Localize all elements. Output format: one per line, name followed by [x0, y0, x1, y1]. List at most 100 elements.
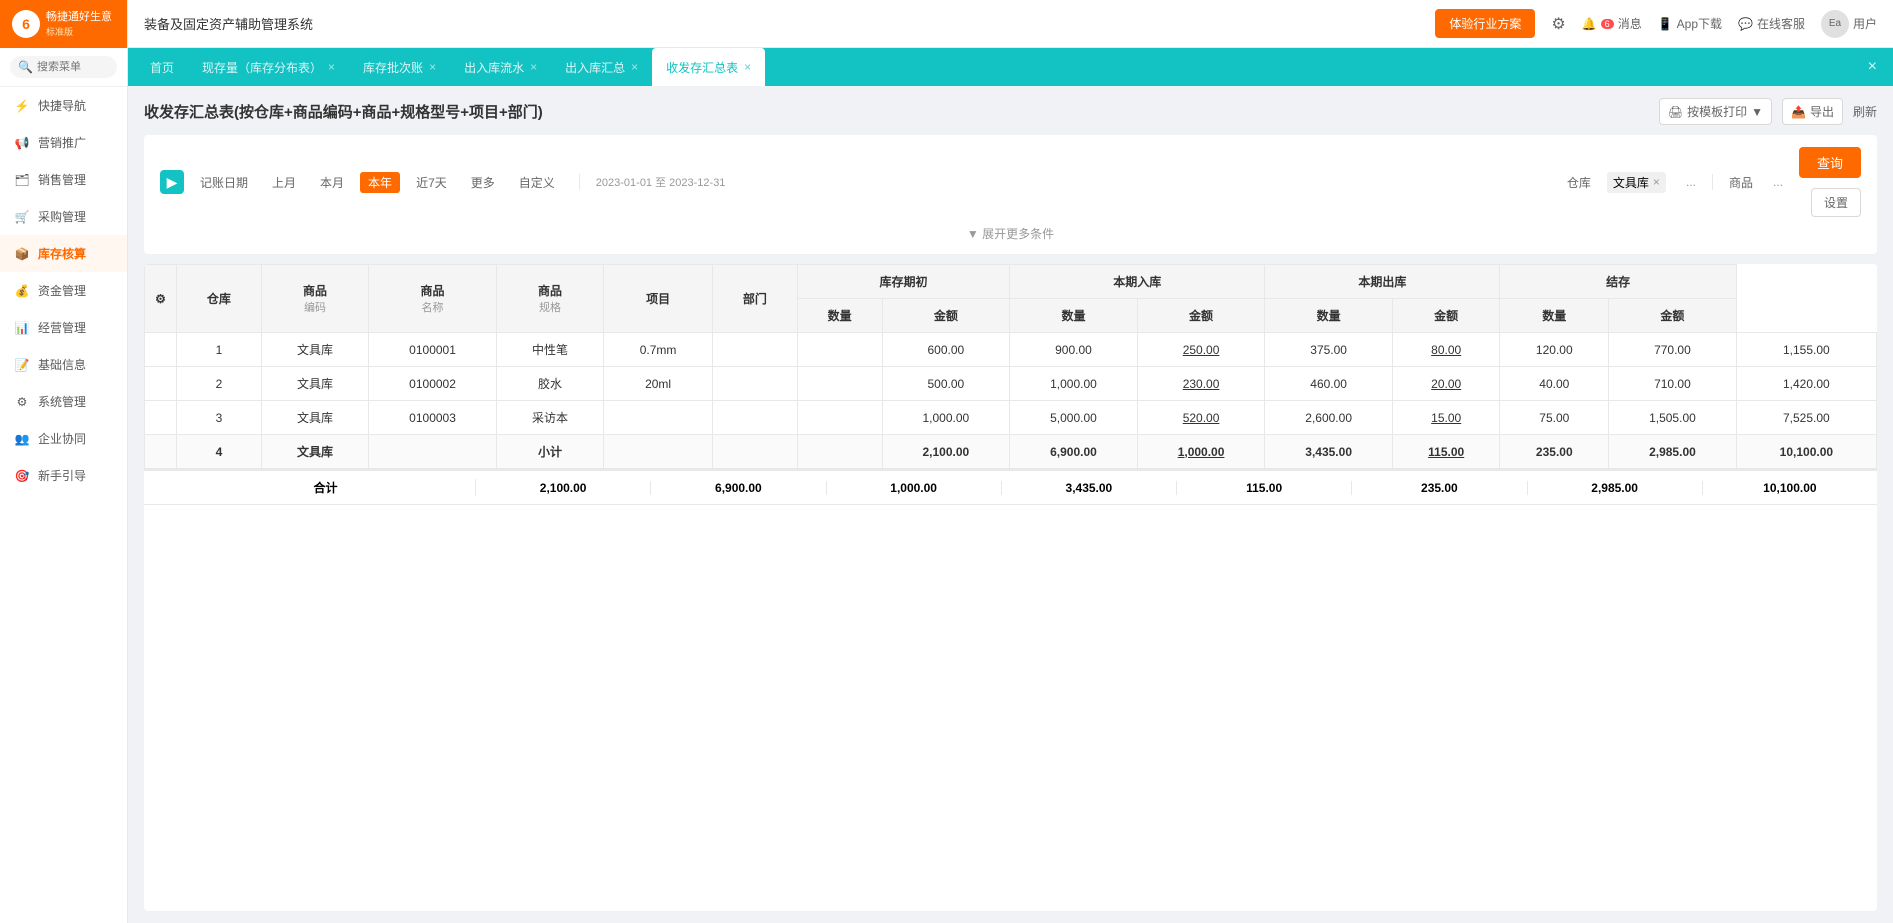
- bell-icon: 🔔: [1582, 17, 1597, 31]
- warehouse-remove-btn[interactable]: ×: [1653, 175, 1660, 189]
- user-btn[interactable]: Ea 用户: [1821, 10, 1877, 38]
- date-btn-7days[interactable]: 近7天: [408, 172, 455, 193]
- row-goods-code: 0100002: [369, 367, 497, 401]
- tab-recv-send-summary[interactable]: 收发存汇总表 ×: [652, 48, 765, 86]
- row-no: 4: [177, 435, 262, 469]
- row-in-qty: 1,000.00: [1137, 435, 1265, 469]
- sidebar-item-inventory[interactable]: 📦 库存核算: [0, 235, 127, 272]
- settings-icon[interactable]: ⚙: [1551, 14, 1565, 34]
- row-dept: [797, 401, 882, 435]
- goods-label: 商品: [1729, 174, 1753, 191]
- row-select[interactable]: [145, 435, 177, 469]
- row-opening-amt: 900.00: [1010, 333, 1138, 367]
- goods-more-btn[interactable]: ...: [1773, 175, 1783, 189]
- online-service-btn[interactable]: 💬 在线客服: [1738, 15, 1805, 32]
- row-project: [712, 401, 797, 435]
- sidebar-item-baseinfo[interactable]: 📝 基础信息: [0, 346, 127, 383]
- col-goods-code-header: 商品编码: [261, 265, 368, 333]
- filter-expand-btn[interactable]: ▶: [160, 170, 184, 194]
- sidebar-item-quicknav[interactable]: ⚡ 快捷导航: [0, 87, 127, 124]
- sales-icon: 🗂: [14, 172, 30, 188]
- row-dept: [797, 367, 882, 401]
- enterprise-icon: 👥: [14, 431, 30, 447]
- row-project: [712, 333, 797, 367]
- date-btn-more[interactable]: 更多: [463, 172, 503, 193]
- sidebar-item-sales[interactable]: 🗂 销售管理: [0, 161, 127, 198]
- tab-home[interactable]: 首页: [136, 48, 188, 86]
- row-goods-code: [369, 435, 497, 469]
- tabs-bar: 首页 现存量（库存分布表） × 库存批次账 × 出入库流水 × 出入库汇总 × …: [128, 48, 1893, 86]
- sidebar-item-operations[interactable]: 📊 经营管理: [0, 309, 127, 346]
- sidebar-search-area[interactable]: 🔍: [0, 48, 127, 87]
- date-btn-custom[interactable]: 自定义: [511, 172, 563, 193]
- sidebar-item-finance[interactable]: 💰 资金管理: [0, 272, 127, 309]
- tab-label: 出入库汇总: [565, 59, 625, 76]
- filter-divider-2: [1712, 174, 1713, 190]
- footer-opening-qty: 2,100.00: [476, 481, 651, 495]
- sidebar-item-enterprise[interactable]: 👥 企业协同: [0, 420, 127, 457]
- tab-close-icon[interactable]: ×: [744, 60, 751, 74]
- row-no: 2: [177, 367, 262, 401]
- query-panel: 查询 设置: [1799, 147, 1861, 217]
- tab-in-out-summary[interactable]: 出入库汇总 ×: [551, 48, 652, 86]
- filter-panel: ▶ 记账日期 上月 本月 本年 近7天 更多 自定义 2023-01-01 至 …: [144, 135, 1877, 254]
- tab-inventory-dist[interactable]: 现存量（库存分布表） ×: [188, 48, 349, 86]
- app-download-btn[interactable]: 📱 App下载: [1658, 15, 1722, 32]
- newbie-icon: 🎯: [14, 468, 30, 484]
- logo-icon: 6: [12, 10, 40, 38]
- date-btn-this-month[interactable]: 本月: [312, 172, 352, 193]
- page-title-row: 收发存汇总表(按仓库+商品编码+商品+规格型号+项目+部门) 🖨 按模板打印 ▼…: [144, 98, 1877, 125]
- sidebar-item-system[interactable]: ⚙ 系统管理: [0, 383, 127, 420]
- row-opening-amt: 1,000.00: [1010, 367, 1138, 401]
- main-area: 装备及固定资产辅助管理系统 体验行业方案 ⚙ 🔔 6 消息 📱 App下载 💬 …: [128, 0, 1893, 923]
- tab-close-icon[interactable]: ×: [530, 60, 537, 74]
- operations-icon: 📊: [14, 320, 30, 336]
- tab-close-icon[interactable]: ×: [429, 60, 436, 74]
- query-btn[interactable]: 查询: [1799, 147, 1861, 178]
- tab-batch-ledger[interactable]: 库存批次账 ×: [349, 48, 450, 86]
- data-table: ⚙ 仓库 商品编码 商品名称 商品规格 项目 部门 库存期初 本期入库 本期出库…: [144, 264, 1877, 469]
- notification-btn[interactable]: 🔔 6 消息: [1582, 15, 1642, 32]
- tab-close-icon[interactable]: ×: [328, 60, 335, 74]
- refresh-btn[interactable]: 刷新: [1853, 103, 1877, 120]
- sidebar-item-newbie[interactable]: 🎯 新手引导: [0, 457, 127, 494]
- footer-values: 2,100.00 6,900.00 1,000.00 3,435.00 115.…: [476, 481, 1877, 495]
- row-in-qty: 520.00: [1137, 401, 1265, 435]
- tab-label: 出入库流水: [464, 59, 524, 76]
- row-goods-spec: [604, 401, 713, 435]
- row-select[interactable]: [145, 401, 177, 435]
- experience-btn[interactable]: 体验行业方案: [1435, 9, 1535, 38]
- filter-settings-btn[interactable]: 设置: [1811, 188, 1861, 217]
- row-dept: [797, 333, 882, 367]
- expand-more-btn[interactable]: ▼ 展开更多条件: [967, 225, 1054, 242]
- tab-home-label: 首页: [150, 59, 174, 76]
- print-btn[interactable]: 🖨 按模板打印 ▼: [1659, 98, 1772, 125]
- sidebar: 6 畅捷通好生意 标准版 🔍 ⚡ 快捷导航 📢 营销推广 🗂 销售管理 🛒 采购…: [0, 0, 128, 923]
- sidebar-item-label: 新手引导: [38, 467, 86, 484]
- export-btn[interactable]: 📤 导出: [1782, 98, 1843, 125]
- tab-close-icon[interactable]: ×: [631, 60, 638, 74]
- row-select[interactable]: [145, 333, 177, 367]
- close-all-tabs-btn[interactable]: ×: [1860, 58, 1885, 76]
- row-balance-qty: 2,985.00: [1609, 435, 1737, 469]
- table-row: 1文具库0100001中性笔0.7mm600.00900.00250.00375…: [145, 333, 1877, 367]
- sidebar-item-label: 采购管理: [38, 208, 86, 225]
- row-select[interactable]: [145, 367, 177, 401]
- sidebar-item-purchase[interactable]: 🛒 采购管理: [0, 198, 127, 235]
- row-goods-spec: 0.7mm: [604, 333, 713, 367]
- search-icon: 🔍: [18, 60, 33, 74]
- col-settings[interactable]: ⚙: [145, 265, 177, 333]
- search-input[interactable]: [37, 61, 117, 73]
- warehouse-more-btn[interactable]: ...: [1686, 175, 1696, 189]
- row-project: [712, 367, 797, 401]
- tab-in-out-flow[interactable]: 出入库流水 ×: [450, 48, 551, 86]
- sidebar-item-marketing[interactable]: 📢 营销推广: [0, 124, 127, 161]
- row-out-qty: 115.00: [1392, 435, 1499, 469]
- row-goods-name: 胶水: [496, 367, 603, 401]
- row-goods-code: 0100001: [369, 333, 497, 367]
- filter-divider: [579, 174, 580, 190]
- date-btn-this-year[interactable]: 本年: [360, 172, 400, 193]
- row-warehouse: 文具库: [261, 333, 368, 367]
- date-btn-last-month[interactable]: 上月: [264, 172, 304, 193]
- date-filters: 上月 本月 本年 近7天 更多 自定义: [264, 172, 563, 193]
